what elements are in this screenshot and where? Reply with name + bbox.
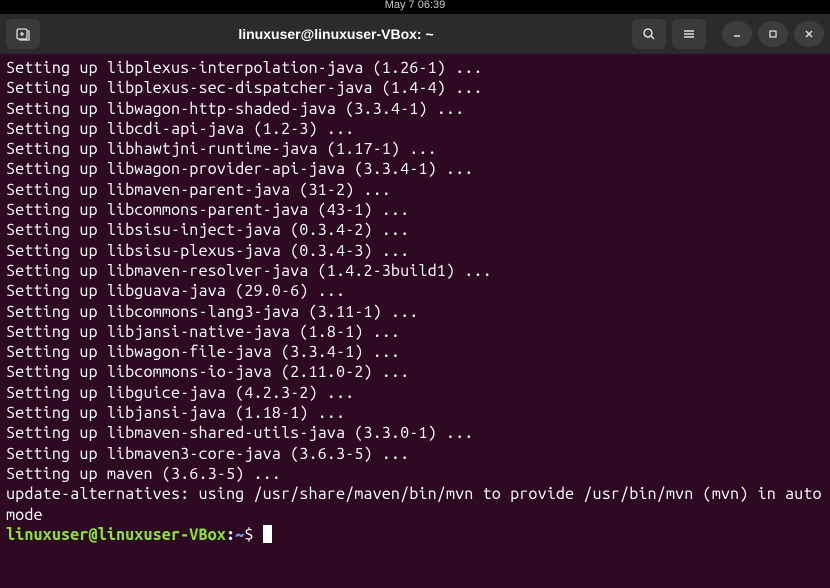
terminal-output[interactable]: Setting up libplexus-interpolation-java …: [0, 54, 830, 588]
new-tab-button[interactable]: [6, 19, 40, 49]
hamburger-icon: [682, 27, 696, 41]
minimize-icon: [732, 29, 742, 39]
window-titlebar: linuxuser@linuxuser-VBox: ~: [0, 14, 830, 54]
prompt-user-host: linuxuser@linuxuser-VBox: [6, 526, 226, 544]
new-tab-icon: [15, 26, 31, 42]
system-topbar: May 7 06:39: [0, 0, 830, 14]
maximize-icon: [768, 29, 778, 39]
window-title: linuxuser@linuxuser-VBox: ~: [46, 26, 626, 42]
maximize-button[interactable]: [758, 21, 788, 47]
terminal-cursor: [263, 525, 272, 543]
minimize-button[interactable]: [722, 21, 752, 47]
menu-button[interactable]: [672, 19, 706, 49]
search-icon: [642, 27, 656, 41]
close-button[interactable]: [794, 21, 824, 47]
clock-text: May 7 06:39: [385, 0, 446, 11]
prompt-colon: :: [226, 526, 235, 544]
search-button[interactable]: [632, 19, 666, 49]
prompt-path: ~: [235, 526, 244, 544]
close-icon: [804, 29, 814, 39]
terminal-lines: Setting up libplexus-interpolation-java …: [6, 59, 830, 524]
prompt-dollar: $: [244, 526, 262, 544]
